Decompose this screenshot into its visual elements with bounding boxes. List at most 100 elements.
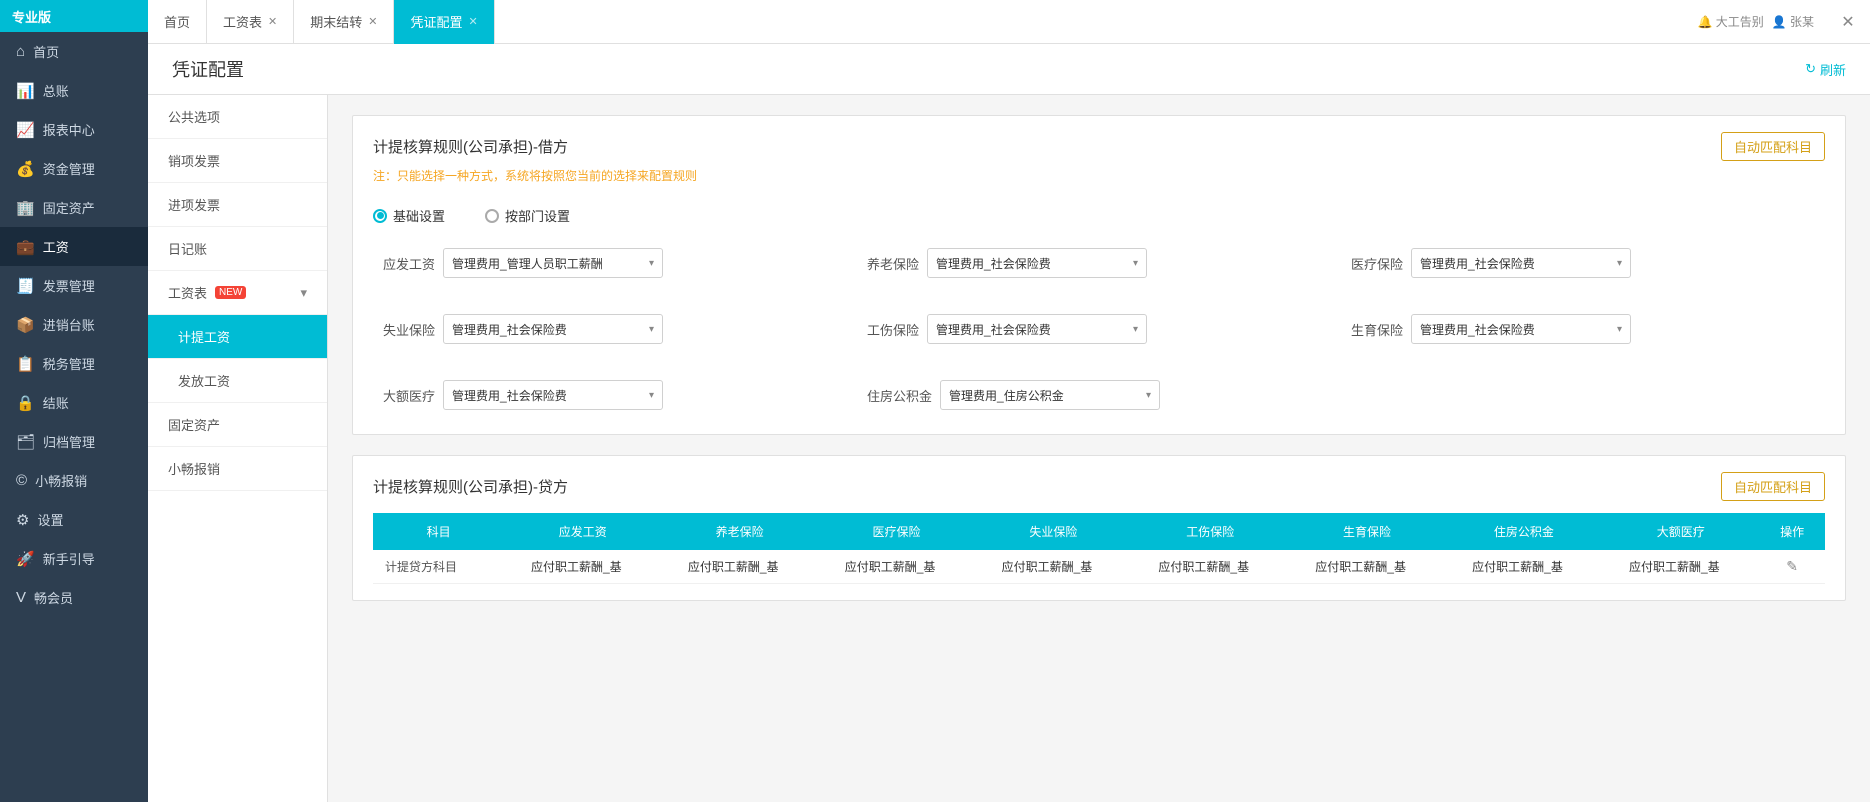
sidebar-item-fixed-assets[interactable]: 🏢 固定资产 [0, 188, 148, 227]
nav-item-fixed-assets[interactable]: 固定资产 [148, 403, 327, 447]
field-medical-label: 医疗保险 [1351, 254, 1403, 273]
invoice-icon: 🧾 [16, 277, 35, 295]
field-injury-value: 管理费用_社会保险费 [936, 321, 1133, 338]
sidebar-item-invoice-mgmt[interactable]: 🧾 发票管理 [0, 266, 148, 305]
th-major-medical: 大额医疗 [1602, 513, 1759, 550]
sidebar-item-home[interactable]: ⌂ 首页 [0, 32, 148, 71]
cell-major-medical: 应付职工薪酬_基 [1602, 550, 1759, 584]
nav-item-xiaochang-reimburse[interactable]: 小畅报销 [148, 447, 327, 491]
sidebar-item-vip[interactable]: V 畅会员 [0, 578, 148, 617]
sidebar-item-general-ledger[interactable]: 📊 总账 [0, 71, 148, 110]
cell-row-label: 计提贷方科目 [373, 550, 504, 584]
section-debit-title: 计提核算规则(公司承担)-借方 [373, 136, 568, 157]
section-debit: 计提核算规则(公司承担)-借方 自动匹配科目 注：只能选择一种方式，系统将按照您… [352, 115, 1846, 435]
sidebar-item-tax[interactable]: 📋 税务管理 [0, 344, 148, 383]
guide-icon: 🚀 [16, 550, 35, 568]
tab-voucher-config[interactable]: 凭证配置 ✕ [394, 0, 494, 44]
chevron-salary-icon: ▾ [649, 258, 654, 269]
nav-item-salary-table[interactable]: 工资表 NEW ▾ [148, 271, 327, 315]
sidebar-item-label: 税务管理 [43, 354, 95, 373]
left-nav: 公共选项 销项发票 进项发票 日记账 工资表 NEW ▾ 计提工资 发放工资 [148, 95, 328, 802]
sidebar-item-reports[interactable]: 📈 报表中心 [0, 110, 148, 149]
th-pension: 养老保险 [661, 513, 818, 550]
sidebar-item-capital[interactable]: 💰 资金管理 [0, 149, 148, 188]
sidebar-item-label: 资金管理 [43, 159, 95, 178]
nav-item-cancel-invoice[interactable]: 销项发票 [148, 139, 327, 183]
chevron-housing-fund-icon: ▾ [1146, 390, 1151, 401]
field-housing-fund-select[interactable]: 管理费用_住房公积金 ▾ [940, 380, 1160, 410]
expand-icon: ▾ [300, 285, 307, 301]
field-medical-select[interactable]: 管理费用_社会保险费 ▾ [1411, 248, 1631, 278]
tab-close-period[interactable]: ✕ [368, 15, 377, 28]
cell-unemployment: 应付职工薪酬_基 [975, 550, 1132, 584]
section-debit-header: 计提核算规则(公司承担)-借方 自动匹配科目 [353, 116, 1845, 161]
vip-icon: V [16, 589, 26, 606]
right-content: 计提核算规则(公司承担)-借方 自动匹配科目 注：只能选择一种方式，系统将按照您… [328, 95, 1870, 802]
sidebar-item-purchase-sales[interactable]: 📦 进销台账 [0, 305, 148, 344]
edit-icon[interactable]: ✎ [1786, 558, 1798, 574]
archive-icon: 🗂 [16, 433, 35, 451]
window-close-button[interactable]: ✕ [1826, 0, 1870, 44]
debit-fields-row3: 大额医疗 管理费用_社会保险费 ▾ 住房公积金 管理费用_住房公积金 ▾ [353, 367, 1845, 434]
sidebar-item-closing[interactable]: 🔒 结账 [0, 383, 148, 422]
sidebar-item-label: 进销台账 [43, 315, 95, 334]
nav-item-journal[interactable]: 日记账 [148, 227, 327, 271]
field-major-medical-select[interactable]: 管理费用_社会保险费 ▾ [443, 380, 663, 410]
field-injury-select[interactable]: 管理费用_社会保险费 ▾ [927, 314, 1147, 344]
auto-match-credit-button[interactable]: 自动匹配科目 [1721, 472, 1825, 501]
nav-item-public-options[interactable]: 公共选项 [148, 95, 327, 139]
main-content: 首页 工资表 ✕ 期末结转 ✕ 凭证配置 ✕ 🔔 大工告别 👤 张某 ✕ 凭证配… [148, 0, 1870, 802]
radio-basic-label: 基础设置 [393, 206, 445, 225]
sidebar-item-label: 设置 [37, 510, 63, 529]
sidebar-item-settings[interactable]: ⚙ 设置 [0, 500, 148, 539]
radio-dept-label: 按部门设置 [505, 206, 570, 225]
chevron-maternity-icon: ▾ [1617, 324, 1622, 335]
sidebar-item-guide[interactable]: 🚀 新手引导 [0, 539, 148, 578]
field-unemployment-label: 失业保险 [383, 320, 435, 339]
field-pension-value: 管理费用_社会保险费 [936, 255, 1133, 272]
sidebar-item-label: 报表中心 [43, 120, 95, 139]
field-salary-label: 应发工资 [383, 254, 435, 273]
tab-close-salary[interactable]: ✕ [268, 15, 277, 28]
chevron-injury-icon: ▾ [1133, 324, 1138, 335]
field-medical-value: 管理费用_社会保险费 [1420, 255, 1617, 272]
content-area: 公共选项 销项发票 进项发票 日记账 工资表 NEW ▾ 计提工资 发放工资 [148, 95, 1870, 802]
refresh-button[interactable]: ↻ 刷新 [1805, 60, 1846, 79]
table-header-row: 科目 应发工资 养老保险 医疗保险 失业保险 工伤保险 生育保险 住房公积金 大… [373, 513, 1825, 550]
debit-fields-row2: 失业保险 管理费用_社会保险费 ▾ 工伤保险 管理费用_社会保险费 ▾ [353, 301, 1845, 367]
cell-action[interactable]: ✎ [1759, 550, 1825, 584]
radio-group: 基础设置 按部门设置 [353, 196, 1845, 235]
sidebar-item-xiaochang-report[interactable]: © 小畅报销 [0, 461, 148, 500]
nav-item-pay-salary[interactable]: 发放工资 [148, 359, 327, 403]
field-maternity-select[interactable]: 管理费用_社会保险费 ▾ [1411, 314, 1631, 344]
sidebar-item-salary[interactable]: 💼 工资 [0, 227, 148, 266]
settings-icon: ⚙ [16, 511, 29, 529]
th-injury: 工伤保险 [1132, 513, 1289, 550]
sidebar-item-archive[interactable]: 🗂 归档管理 [0, 422, 148, 461]
tab-salary-table[interactable]: 工资表 ✕ [207, 0, 294, 44]
general-ledger-icon: 📊 [16, 82, 35, 100]
page-title: 凭证配置 [172, 56, 244, 82]
chevron-unemployment-icon: ▾ [649, 324, 654, 335]
th-subject: 科目 [373, 513, 504, 550]
radio-basic-setup[interactable]: 基础设置 [373, 206, 445, 225]
tab-home[interactable]: 首页 [148, 0, 207, 44]
nav-item-calculate-salary[interactable]: 计提工资 [148, 315, 327, 359]
chevron-major-medical-icon: ▾ [649, 390, 654, 401]
sidebar-item-label: 归档管理 [43, 432, 95, 451]
tab-period-close[interactable]: 期末结转 ✕ [294, 0, 394, 44]
cell-salary: 应付职工薪酬_基 [504, 550, 661, 584]
closing-icon: 🔒 [16, 394, 35, 412]
field-housing-fund: 住房公积金 管理费用_住房公积金 ▾ [857, 372, 1341, 418]
radio-dept-setup[interactable]: 按部门设置 [485, 206, 570, 225]
nav-item-input-invoice[interactable]: 进项发票 [148, 183, 327, 227]
tab-close-voucher[interactable]: ✕ [469, 15, 478, 28]
auto-match-debit-button[interactable]: 自动匹配科目 [1721, 132, 1825, 161]
field-salary-value: 管理费用_管理人员职工薪酬 [452, 255, 649, 272]
sidebar-item-label: 新手引导 [43, 549, 95, 568]
field-maternity-label: 生育保险 [1351, 320, 1403, 339]
field-pension-select[interactable]: 管理费用_社会保险费 ▾ [927, 248, 1147, 278]
field-pension-label: 养老保险 [867, 254, 919, 273]
field-unemployment-select[interactable]: 管理费用_社会保险费 ▾ [443, 314, 663, 344]
field-salary-select[interactable]: 管理费用_管理人员职工薪酬 ▾ [443, 248, 663, 278]
